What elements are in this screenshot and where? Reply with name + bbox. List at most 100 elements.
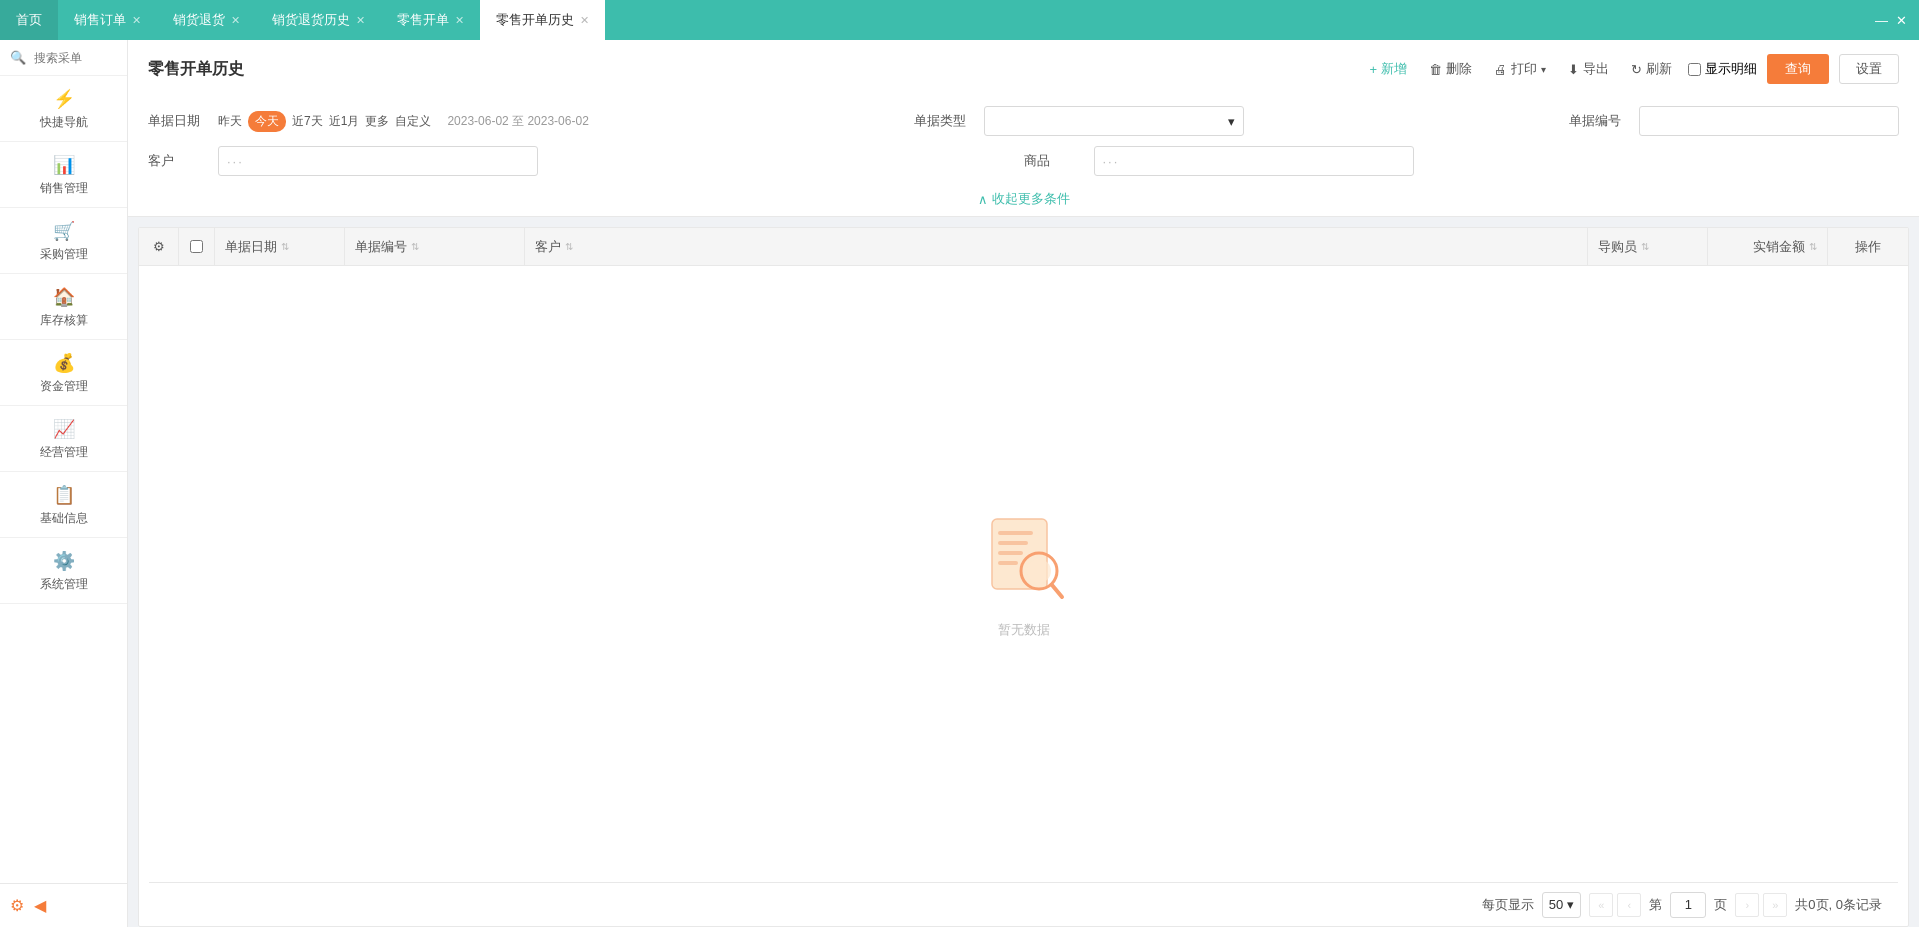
customer-filter-input[interactable]: ··· [218,146,538,176]
sidebar-item-quick-nav[interactable]: ⚡ 快捷导航 [0,76,127,142]
table-header: ⚙ 单据日期 ⇅ 单据编号 ⇅ 客户 ⇅ 导购员 [139,228,1908,266]
nav-tab-sales-return-close[interactable]: ✕ [231,14,240,27]
refresh-button[interactable]: ↻ 刷新 [1625,56,1678,82]
nav-tab-retail-open-history-close[interactable]: ✕ [580,14,589,27]
th-settings[interactable]: ⚙ [139,228,179,265]
sidebar-item-system[interactable]: ⚙️ 系统管理 [0,538,127,604]
page-header: 零售开单历史 + 新增 🗑 删除 🖨 打印 ▾ [128,40,1919,217]
display-detail-checkbox-wrap[interactable]: 显示明细 [1688,60,1757,78]
th-action-label: 操作 [1855,238,1881,256]
search-input[interactable] [34,51,104,65]
nav-tab-sales-return[interactable]: 销货退货 ✕ [157,0,256,40]
sidebar-item-search[interactable]: 🔍 [0,40,127,76]
date-opt-today[interactable]: 今天 [248,111,286,132]
sales-icon: 📊 [53,154,75,176]
table-wrap: ⚙ 单据日期 ⇅ 单据编号 ⇅ 客户 ⇅ 导购员 [138,227,1909,927]
sidebar-item-finance-label: 资金管理 [40,378,88,395]
number-filter-label: 单据编号 [1569,112,1639,130]
page-first-btn[interactable]: « [1589,893,1613,917]
sidebar-item-basic[interactable]: 📋 基础信息 [0,472,127,538]
page-current-input[interactable] [1670,892,1706,918]
minimize-btn[interactable]: — [1875,13,1888,28]
nav-tab-retail-open-close[interactable]: ✕ [455,14,464,27]
chevron-up-icon: ∧ [978,192,988,207]
svg-rect-4 [998,561,1018,565]
sidebar-item-inventory[interactable]: 🏠 库存核算 [0,274,127,340]
sidebar-item-sales[interactable]: 📊 销售管理 [0,142,127,208]
date-opt-1month[interactable]: 近1月 [329,113,360,130]
date-opt-custom[interactable]: 自定义 [395,113,431,130]
filter-row-customer: 客户 ··· 商品 ··· [148,146,1899,176]
nav-tab-sales-order-close[interactable]: ✕ [132,14,141,27]
sidebar-item-system-label: 系统管理 [40,576,88,593]
sidebar-item-purchase[interactable]: 🛒 采购管理 [0,208,127,274]
nav-tab-sales-order-label: 销售订单 [74,11,126,29]
nav-tab-sales-return-history[interactable]: 销货退货历史 ✕ [256,0,381,40]
refresh-icon: ↻ [1631,62,1642,77]
nav-tab-sales-return-history-close[interactable]: ✕ [356,14,365,27]
window-controls: — ✕ [1875,13,1919,28]
add-button[interactable]: + 新增 [1363,56,1413,82]
delete-label: 删除 [1446,60,1472,78]
date-opt-more[interactable]: 更多 [365,113,389,130]
goods-filter-input[interactable]: ··· [1094,146,1414,176]
display-detail-checkbox[interactable] [1688,63,1701,76]
export-button[interactable]: ⬇ 导出 [1562,56,1615,82]
display-detail-label: 显示明细 [1705,60,1757,78]
type-filter-dropdown-icon: ▾ [1228,114,1235,129]
th-amount-sort-icon: ⇅ [1809,241,1817,252]
setting-button[interactable]: 设置 [1839,54,1899,84]
nav-tab-sales-order[interactable]: 销售订单 ✕ [58,0,157,40]
th-date[interactable]: 单据日期 ⇅ [215,228,345,265]
number-filter-input[interactable] [1639,106,1899,136]
nav-tab-sales-return-history-label: 销货退货历史 [272,11,350,29]
table-empty: 暂无数据 [139,266,1908,882]
nav-tab-home[interactable]: 首页 [0,0,58,40]
th-customer-label: 客户 [535,238,561,256]
delete-button[interactable]: 🗑 删除 [1423,56,1478,82]
sidebar-bottom: ⚙ ◀ [0,883,127,927]
goods-filter-dots: ··· [1103,154,1120,169]
purchase-icon: 🛒 [53,220,75,242]
th-amount-label: 实销金额 [1753,238,1805,256]
th-date-sort-icon: ⇅ [281,241,289,252]
th-check[interactable] [179,228,215,265]
page-next-btn[interactable]: › [1735,893,1759,917]
date-filter-label: 单据日期 [148,112,218,130]
date-range-text: 2023-06-02 至 2023-06-02 [447,113,588,130]
page-size-select[interactable]: 50 ▾ [1542,892,1581,918]
th-customer[interactable]: 客户 ⇅ [525,228,1588,265]
th-number[interactable]: 单据编号 ⇅ [345,228,525,265]
sidebar-collapse-btn[interactable]: ◀ [34,896,46,915]
settings-icon: ⚙ [153,239,165,254]
query-button[interactable]: 查询 [1767,54,1829,84]
th-guide[interactable]: 导购员 ⇅ [1588,228,1708,265]
date-opt-7days[interactable]: 近7天 [292,113,323,130]
th-amount[interactable]: 实销金额 ⇅ [1708,228,1828,265]
select-all-checkbox[interactable] [190,240,203,253]
delete-icon: 🗑 [1429,62,1442,77]
print-button[interactable]: 🖨 打印 ▾ [1488,56,1552,82]
sidebar-item-ops[interactable]: 📈 经营管理 [0,406,127,472]
main-layout: 🔍 ⚡ 快捷导航 📊 销售管理 🛒 采购管理 🏠 库存核算 💰 资金管理 📈 经… [0,40,1919,927]
sidebar-gear-btn[interactable]: ⚙ [10,896,24,915]
close-btn[interactable]: ✕ [1896,13,1907,28]
ops-icon: 📈 [53,418,75,440]
date-opt-yesterday[interactable]: 昨天 [218,113,242,130]
type-filter-select[interactable]: ▾ [984,106,1244,136]
page-nav: « ‹ 第 页 › » [1589,892,1787,918]
export-icon: ⬇ [1568,62,1579,77]
content-area: 零售开单历史 + 新增 🗑 删除 🖨 打印 ▾ [128,40,1919,927]
page-last-btn[interactable]: » [1763,893,1787,917]
sidebar-item-finance[interactable]: 💰 资金管理 [0,340,127,406]
nav-tab-retail-open[interactable]: 零售开单 ✕ [381,0,480,40]
page-prev-btn[interactable]: ‹ [1617,893,1641,917]
svg-rect-3 [998,551,1023,555]
th-number-sort-icon: ⇅ [411,241,419,252]
toolbar: + 新增 🗑 删除 🖨 打印 ▾ ⬇ 导出 [1363,54,1899,84]
svg-line-7 [1052,585,1062,597]
th-action: 操作 [1828,228,1908,265]
collapse-row[interactable]: ∧ 收起更多条件 [148,186,1899,216]
svg-point-6 [1027,559,1051,583]
nav-tab-retail-open-history[interactable]: 零售开单历史 ✕ [480,0,605,40]
